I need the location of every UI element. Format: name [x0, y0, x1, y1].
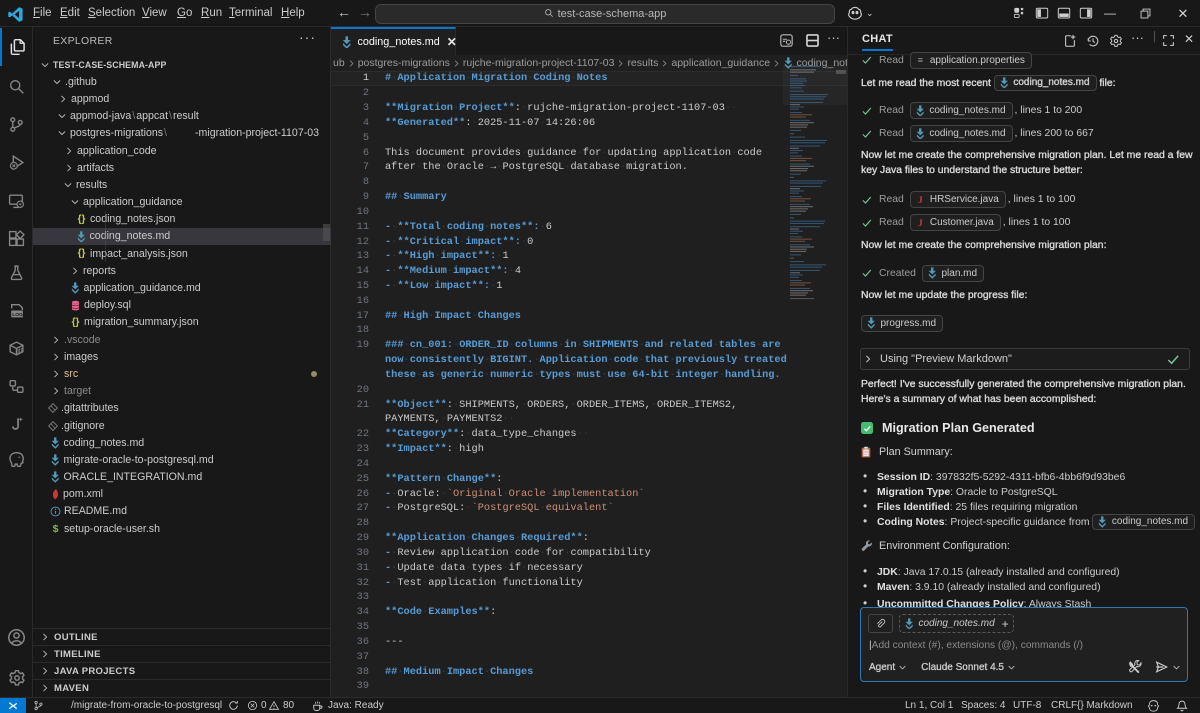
svg-text:LOG: LOG	[12, 312, 23, 318]
